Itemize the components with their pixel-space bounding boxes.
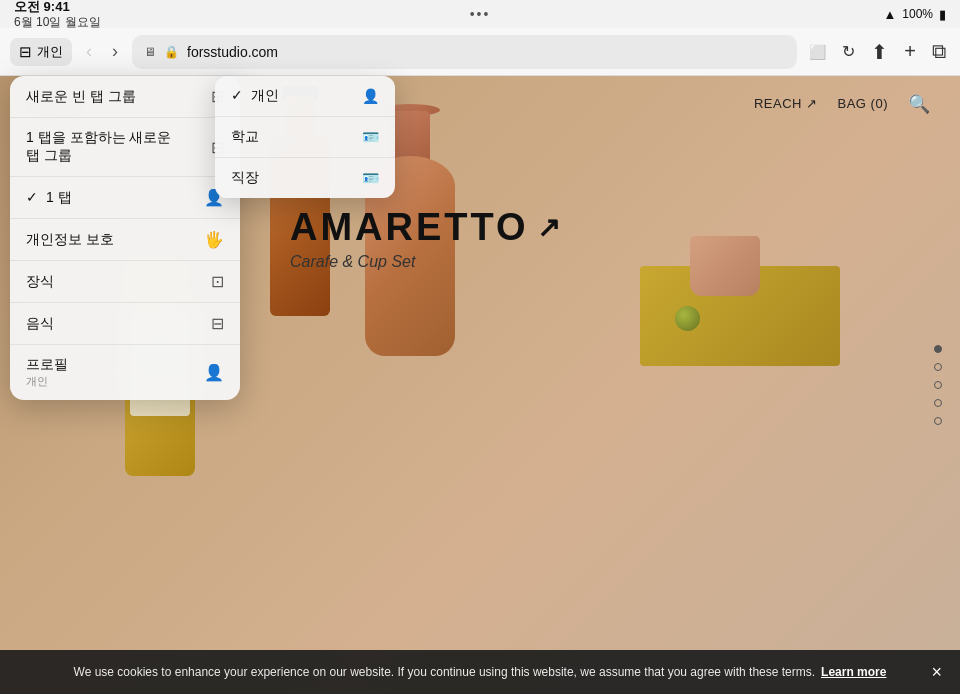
dot-1[interactable] [934,345,942,353]
decor-label: 장식 [26,273,54,291]
work-label: 직장 [231,169,259,187]
work-icon: 🪪 [362,170,379,186]
tab-menu-food[interactable]: 음식 ⊟ [10,303,240,345]
decor-icon: ⊡ [211,272,224,291]
profile-sub-label: 개인 [26,374,68,389]
submenu-school[interactable]: 학교 🪪 [215,117,395,158]
search-nav-icon[interactable]: 🔍 [908,93,930,115]
cup [690,236,760,296]
cookie-close-button[interactable]: × [931,662,942,683]
headline-subtitle: Carafe & Cup Set [290,253,563,271]
food-label: 음식 [26,315,54,333]
dots-nav [934,345,942,425]
tab-menu-decor[interactable]: 장식 ⊡ [10,261,240,303]
cup-body [690,236,760,296]
address-bar[interactable]: 🖥 🔒 forsstudio.com [132,35,797,69]
submenu-personal[interactable]: ✓ 개인 👤 [215,76,395,117]
tab-profile-label: 개인 [37,43,63,61]
cookie-text: We use cookies to enhance your experienc… [74,665,816,679]
status-bar: 오전 9:41 6월 10일 월요일 ••• ▲ 100% ▮ [0,0,960,28]
battery-icon: ▮ [939,7,946,22]
tabs-overview-button[interactable]: ⧉ [928,36,950,67]
status-dots: ••• [470,6,491,22]
dot-3[interactable] [934,381,942,389]
headline-arrow: ↗ [537,211,563,244]
cookie-banner: We use cookies to enhance your experienc… [0,650,960,694]
olive [675,306,700,331]
dot-2[interactable] [934,363,942,371]
profile-main-label: 프로필 [26,356,68,374]
school-icon: 🪪 [362,129,379,145]
back-button[interactable]: ‹ [80,37,98,66]
tab-menu-1-tab[interactable]: ✓ 1 탭 👤 [10,177,240,219]
bag-link[interactable]: BAG (0) [838,96,888,111]
new-empty-tab-label: 새로운 빈 탭 그룹 [26,88,136,106]
add-tab-button[interactable]: + [900,36,920,67]
tab-menu-new-empty[interactable]: 새로운 빈 탭 그룹 ⊞ [10,76,240,118]
tab-menu-new-with-tabs[interactable]: 1 탭을 포함하는 새로운탭 그룹 ⊟ [10,118,240,177]
new-with-tab-label: 1 탭을 포함하는 새로운탭 그룹 [26,129,171,165]
status-time: 오전 9:41 [14,0,101,15]
personal-icon: 👤 [362,88,379,104]
url-text: forsstudio.com [187,44,278,60]
reader-view-button[interactable]: ⬜ [805,40,830,64]
food-icon: ⊟ [211,314,224,333]
submenu-work[interactable]: 직장 🪪 [215,158,395,198]
browser-bar: ⊟ 개인 ‹ › 🖥 🔒 forsstudio.com ⬜ ↻ ⬆ + ⧉ [0,28,960,76]
status-date: 6월 10일 월요일 [14,15,101,29]
battery-percent: 100% [902,7,933,21]
tab-switcher-button[interactable]: ⊟ 개인 [10,38,72,66]
wifi-icon: ▲ [883,7,896,22]
status-left: 오전 9:41 6월 10일 월요일 [14,0,101,29]
profile-submenu: ✓ 개인 👤 학교 🪪 직장 🪪 [215,76,395,198]
monitor-icon: 🖥 [144,45,156,59]
tab-menu-privacy[interactable]: 개인정보 보호 🖐 [10,219,240,261]
dot-5[interactable] [934,417,942,425]
profile-section: 프로필 개인 [26,356,68,389]
tab-menu: 새로운 빈 탭 그룹 ⊞ 1 탭을 포함하는 새로운탭 그룹 ⊟ ✓ 1 탭 👤… [10,76,240,400]
reload-button[interactable]: ↻ [838,38,859,65]
learn-more-link[interactable]: Learn more [821,665,886,679]
lock-icon: 🔒 [164,45,179,59]
tab-grid-icon: ⊟ [19,43,32,61]
privacy-icon: 🖐 [204,230,224,249]
school-label: 학교 [231,128,259,146]
site-nav-right: REACH ↗ BAG (0) 🔍 [754,93,930,115]
headline-title: AMARETTO ↗ [290,206,563,249]
tab-menu-profile[interactable]: 프로필 개인 👤 [10,345,240,400]
share-button[interactable]: ⬆ [867,36,892,68]
headline: AMARETTO ↗ Carafe & Cup Set [290,206,563,271]
reach-link[interactable]: REACH ↗ [754,96,818,111]
forward-button[interactable]: › [106,37,124,66]
privacy-label: 개인정보 보호 [26,231,114,249]
profile-icon: 👤 [204,363,224,382]
dot-4[interactable] [934,399,942,407]
status-right: ▲ 100% ▮ [883,7,946,22]
